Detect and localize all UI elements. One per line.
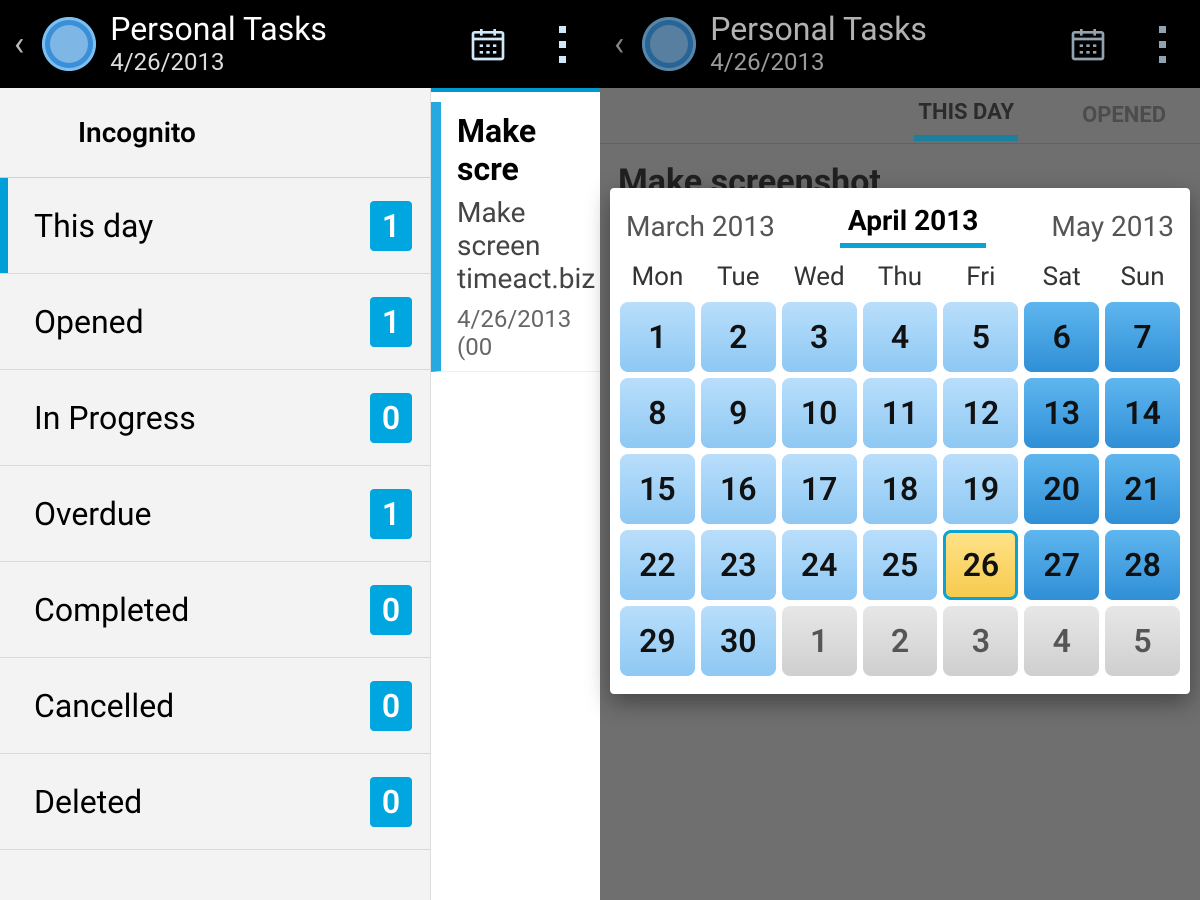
filter-label: Completed — [34, 591, 189, 629]
calendar-day[interactable]: 24 — [782, 530, 857, 600]
filter-deleted[interactable]: Deleted 0 — [0, 754, 430, 850]
calendar-grid: MonTueWedThuFriSatSun1234567891011121314… — [620, 258, 1180, 676]
overflow-menu-icon[interactable] — [1138, 20, 1186, 68]
screenshot-right: ‹ Personal Tasks 4/26/2013 THIS DAY OPEN… — [600, 0, 1200, 900]
filter-count: 1 — [370, 297, 412, 347]
calendar-day[interactable]: 8 — [620, 378, 695, 448]
filter-count: 1 — [370, 201, 412, 251]
task-title: Make scre — [457, 112, 600, 188]
calendar-day[interactable]: 21 — [1105, 454, 1180, 524]
task-desc: Make screen timeact.biz — [457, 196, 600, 295]
filter-completed[interactable]: Completed 0 — [0, 562, 430, 658]
calendar-day[interactable]: 9 — [701, 378, 776, 448]
calendar-day[interactable]: 29 — [620, 606, 695, 676]
calendar-day[interactable]: 22 — [620, 530, 695, 600]
screenshot-left: ‹ Personal Tasks 4/26/2013 Incognito Thi… — [0, 0, 600, 900]
filter-count: 1 — [370, 489, 412, 539]
calendar-day[interactable]: 19 — [943, 454, 1018, 524]
calendar-dow: Thu — [863, 258, 938, 296]
filter-label: This day — [34, 207, 153, 245]
calendar-day[interactable]: 10 — [782, 378, 857, 448]
filter-count: 0 — [370, 681, 412, 731]
calendar-day[interactable]: 15 — [620, 454, 695, 524]
calendar-day[interactable]: 5 — [943, 302, 1018, 372]
date-picker-dialog: March 2013 April 2013 May 2013 MonTueWed… — [610, 188, 1190, 694]
filter-this-day[interactable]: This day 1 — [0, 178, 430, 274]
filter-opened[interactable]: Opened 1 — [0, 274, 430, 370]
calendar-day-today[interactable]: 26 — [943, 530, 1018, 600]
calendar-dow: Wed — [782, 258, 857, 296]
calendar-day[interactable]: 6 — [1024, 302, 1099, 372]
calendar-icon[interactable] — [1064, 20, 1112, 68]
filter-overdue[interactable]: Overdue 1 — [0, 466, 430, 562]
action-bar: ‹ Personal Tasks 4/26/2013 — [0, 0, 600, 88]
calendar-icon[interactable] — [464, 20, 512, 68]
filter-label: In Progress — [34, 399, 196, 437]
calendar-day[interactable]: 11 — [863, 378, 938, 448]
calendar-dow: Sat — [1024, 258, 1099, 296]
app-logo[interactable] — [42, 17, 96, 71]
current-month: April 2013 — [840, 204, 986, 248]
sidebar-title: Incognito — [0, 88, 430, 178]
filter-label: Overdue — [34, 495, 151, 533]
calendar-dow: Mon — [620, 258, 695, 296]
filter-in-progress[interactable]: In Progress 0 — [0, 370, 430, 466]
filter-count: 0 — [370, 777, 412, 827]
calendar-day[interactable]: 25 — [863, 530, 938, 600]
calendar-day[interactable]: 1 — [782, 606, 857, 676]
task-item[interactable]: Make scre Make screen timeact.biz 4/26/2… — [431, 102, 600, 372]
calendar-day[interactable]: 17 — [782, 454, 857, 524]
filter-sidebar: Incognito This day 1 Opened 1 In Progres… — [0, 88, 430, 900]
overflow-menu-icon[interactable] — [538, 20, 586, 68]
calendar-day[interactable]: 16 — [701, 454, 776, 524]
calendar-day[interactable]: 3 — [782, 302, 857, 372]
filter-label: Cancelled — [34, 687, 174, 725]
calendar-day[interactable]: 20 — [1024, 454, 1099, 524]
app-logo[interactable] — [642, 17, 696, 71]
filter-count: 0 — [370, 585, 412, 635]
calendar-day[interactable]: 4 — [1024, 606, 1099, 676]
action-bar: ‹ Personal Tasks 4/26/2013 — [600, 0, 1200, 88]
calendar-dow: Fri — [943, 258, 1018, 296]
task-date: 4/26/2013 (00 — [457, 305, 600, 361]
calendar-dow: Tue — [701, 258, 776, 296]
page-title: Personal Tasks — [110, 12, 327, 47]
filter-label: Deleted — [34, 783, 142, 821]
calendar-day[interactable]: 28 — [1105, 530, 1180, 600]
calendar-day[interactable]: 2 — [863, 606, 938, 676]
task-list[interactable]: Make scre Make screen timeact.biz 4/26/2… — [430, 88, 600, 900]
back-icon[interactable]: ‹ — [614, 27, 628, 61]
month-switcher: March 2013 April 2013 May 2013 — [620, 200, 1180, 258]
title-block: Personal Tasks 4/26/2013 — [110, 12, 327, 75]
calendar-dow: Sun — [1105, 258, 1180, 296]
calendar-day[interactable]: 14 — [1105, 378, 1180, 448]
filter-label: Opened — [34, 303, 144, 341]
page-subtitle: 4/26/2013 — [710, 48, 927, 76]
calendar-day[interactable]: 5 — [1105, 606, 1180, 676]
prev-month-button[interactable]: March 2013 — [626, 210, 775, 243]
title-block: Personal Tasks 4/26/2013 — [710, 12, 927, 75]
page-title: Personal Tasks — [710, 12, 927, 47]
calendar-day[interactable]: 23 — [701, 530, 776, 600]
calendar-day[interactable]: 3 — [943, 606, 1018, 676]
calendar-day[interactable]: 1 — [620, 302, 695, 372]
calendar-day[interactable]: 18 — [863, 454, 938, 524]
calendar-day[interactable]: 12 — [943, 378, 1018, 448]
filter-count: 0 — [370, 393, 412, 443]
calendar-day[interactable]: 30 — [701, 606, 776, 676]
calendar-day[interactable]: 27 — [1024, 530, 1099, 600]
calendar-day[interactable]: 13 — [1024, 378, 1099, 448]
page-subtitle: 4/26/2013 — [110, 48, 327, 76]
calendar-day[interactable]: 4 — [863, 302, 938, 372]
calendar-day[interactable]: 2 — [701, 302, 776, 372]
next-month-button[interactable]: May 2013 — [1051, 210, 1174, 243]
back-icon[interactable]: ‹ — [14, 27, 28, 61]
calendar-day[interactable]: 7 — [1105, 302, 1180, 372]
filter-cancelled[interactable]: Cancelled 0 — [0, 658, 430, 754]
